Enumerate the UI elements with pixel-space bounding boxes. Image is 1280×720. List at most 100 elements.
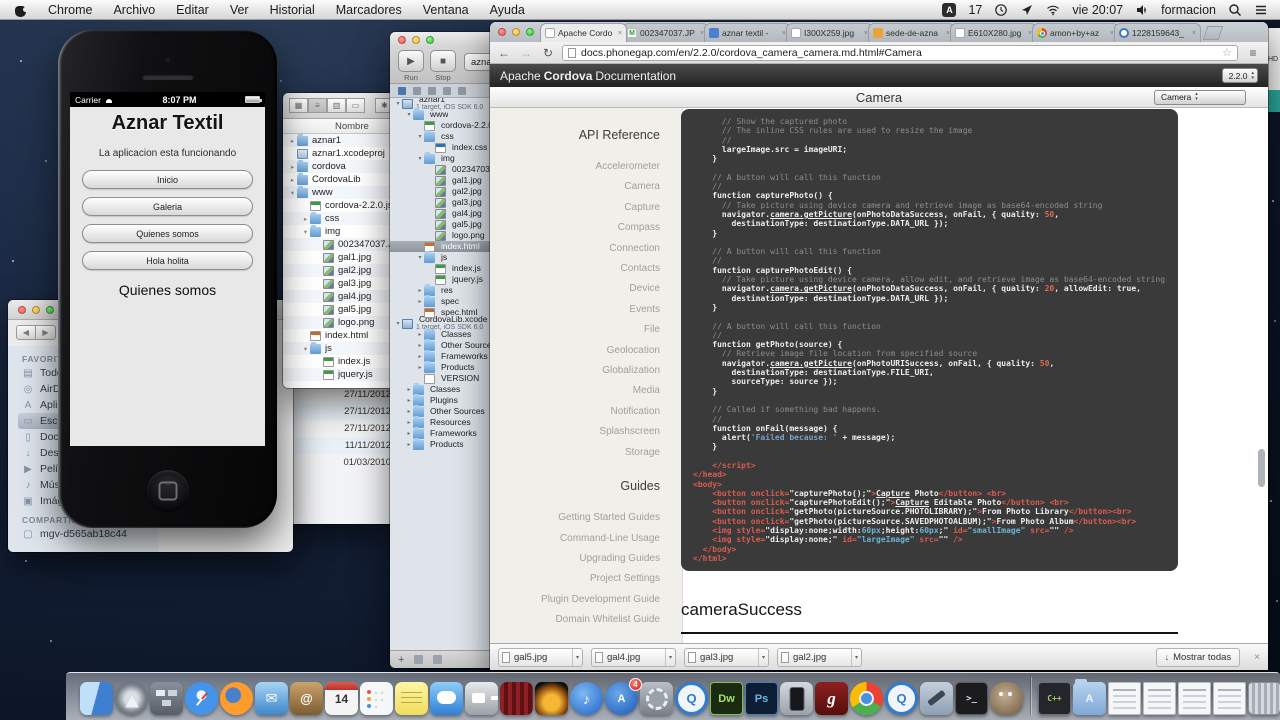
zoom-button[interactable] (426, 36, 434, 44)
disclosure-triangle-icon[interactable]: ▾ (301, 345, 310, 353)
add-button[interactable]: + (398, 654, 404, 666)
download-menu-arrow-icon[interactable]: ▾ (850, 648, 858, 666)
disclosure-triangle-icon[interactable]: ▾ (301, 228, 310, 236)
sidebar-link[interactable]: Contacts (490, 259, 660, 279)
volume-icon[interactable] (1135, 3, 1149, 17)
home-button[interactable] (146, 470, 189, 512)
browser-tab[interactable]: amon+by+az × (1032, 23, 1119, 42)
window-controls[interactable] (18, 306, 54, 314)
ios-simulator-window[interactable]: Carrier 8:07 PM Aznar Textil La aplicaci… (58, 30, 277, 528)
disclosure-triangle-icon[interactable]: ▸ (405, 397, 413, 404)
disclosure-triangle-icon[interactable]: ▸ (416, 342, 424, 349)
dreamweaver-icon[interactable]: Dw (710, 682, 743, 715)
sidebar-link[interactable]: Connection (490, 239, 660, 259)
tab-close-icon[interactable]: × (618, 30, 622, 37)
simulator-screen[interactable]: Carrier 8:07 PM Aznar Textil La aplicaci… (70, 92, 265, 446)
disclosure-triangle-icon[interactable]: ▸ (405, 430, 413, 437)
issue-navigator-icon[interactable] (443, 86, 451, 95)
app-store-icon[interactable]: A 4 (605, 678, 642, 715)
cpp-document-icon[interactable]: C++ (1038, 682, 1071, 715)
disclosure-triangle-icon[interactable]: ▸ (416, 298, 424, 305)
sidebar-link[interactable]: Project Settings (490, 569, 660, 589)
ios-simulator-icon[interactable] (780, 682, 813, 715)
search-navigator-icon[interactable] (428, 86, 436, 95)
xcode-icon[interactable] (920, 682, 953, 715)
sidebar-link[interactable]: Plugin Development Guide (490, 590, 660, 610)
reminders-icon[interactable] (360, 682, 393, 715)
facetime-icon[interactable] (465, 682, 498, 715)
disclosure-triangle-icon[interactable]: ▸ (288, 163, 297, 171)
sidebar-link[interactable]: File (490, 320, 660, 340)
app-button[interactable]: Inicio (82, 170, 253, 189)
g-app-icon[interactable]: g (815, 682, 848, 715)
menu-item[interactable]: Chrome (48, 3, 92, 17)
location-arrow-icon[interactable] (1020, 3, 1034, 17)
sidebar-link[interactable]: Capture (490, 198, 660, 218)
browser-tab[interactable]: aznar textil - × (704, 23, 791, 42)
browser-tab[interactable]: E610X280.jpg × (950, 23, 1037, 42)
back-button[interactable]: ← (496, 46, 512, 60)
column-view-button[interactable]: ▥ (327, 98, 346, 113)
finder-icon[interactable] (80, 682, 113, 715)
messages-icon[interactable] (430, 682, 463, 715)
disclosure-triangle-icon[interactable]: ▸ (301, 215, 310, 223)
filter-icon[interactable] (414, 655, 424, 664)
mission-control-icon[interactable] (150, 682, 183, 715)
downloads-close-icon[interactable]: × (1254, 652, 1260, 663)
time-machine-icon[interactable] (994, 3, 1008, 17)
launchpad-icon[interactable] (115, 682, 148, 715)
iphoto-icon[interactable] (535, 682, 568, 715)
contacts-icon[interactable]: @ (290, 682, 323, 715)
url-input[interactable] (581, 46, 1218, 59)
disclosure-triangle-icon[interactable]: ▸ (416, 353, 424, 360)
menu-item[interactable]: Ver (230, 3, 249, 17)
minimize-button[interactable] (512, 28, 520, 36)
back-button[interactable]: ◀ (16, 325, 36, 340)
menu-item[interactable]: Archivo (113, 3, 155, 17)
icon-view-button[interactable]: ▦ (289, 98, 308, 113)
sidebar-link[interactable]: Splashscreen (490, 422, 660, 442)
firefox-icon[interactable] (220, 682, 253, 715)
download-menu-arrow-icon[interactable]: ▾ (571, 648, 579, 666)
menu-item[interactable]: Historial (270, 3, 315, 17)
menu-item[interactable]: Ventana (423, 3, 469, 17)
sidebar-item[interactable]: ▢ mgv-d565ab18c44 (18, 526, 156, 542)
disclosure-triangle-icon[interactable]: ▾ (416, 155, 424, 162)
notes-icon[interactable] (395, 682, 428, 715)
disclosure-triangle-icon[interactable]: ▸ (405, 386, 413, 393)
window-controls[interactable] (398, 36, 434, 44)
wifi-icon[interactable] (1046, 3, 1060, 17)
disclosure-triangle-icon[interactable]: ▸ (288, 137, 297, 145)
menu-clock[interactable]: vie 20:07 (1072, 3, 1123, 17)
close-button[interactable] (498, 28, 506, 36)
chrome-window[interactable]: Apache Cordo × M 002347037.JP × aznar te… (490, 22, 1268, 670)
sidebar-link[interactable]: Camera (490, 177, 660, 197)
close-button[interactable] (18, 306, 26, 314)
sidebar-link[interactable]: Storage (490, 443, 660, 463)
minimize-button[interactable] (32, 306, 40, 314)
run-button[interactable]: ▶ (398, 50, 424, 72)
gimp-icon[interactable] (990, 682, 1023, 715)
download-item[interactable]: gal4.jpg ▾ (591, 647, 676, 667)
input-source-icon[interactable]: A (942, 2, 957, 17)
view-switcher[interactable]: ▦ ≡ ▥ ▭ (289, 98, 365, 113)
disclosure-triangle-icon[interactable]: ▾ (416, 254, 424, 261)
minimized-window-icon[interactable] (1143, 682, 1176, 715)
applications-folder-icon[interactable]: A (1073, 679, 1106, 715)
debug-navigator-icon[interactable] (458, 86, 466, 95)
disclosure-triangle-icon[interactable]: ▸ (416, 364, 424, 371)
list-view-button[interactable]: ≡ (308, 98, 327, 113)
app-button[interactable]: Galeria (82, 197, 253, 216)
stop-button[interactable]: ■ (430, 50, 456, 72)
sidebar-link[interactable]: Events (490, 300, 660, 320)
minimized-window-icon[interactable] (1213, 682, 1246, 715)
symbol-navigator-icon[interactable] (413, 86, 421, 95)
finder-dates-window[interactable]: 27/11/2012 27/11/2012 27/11/2012 11/11/2… (283, 386, 397, 524)
sidebar-link[interactable]: Compass (490, 218, 660, 238)
sidebar-link[interactable]: Domain Whitelist Guide (490, 610, 660, 630)
chrome-menu-icon[interactable]: ≡ (1244, 45, 1262, 61)
system-preferences-icon[interactable] (640, 682, 673, 715)
sidebar-link[interactable]: Command-Line Usage (490, 529, 660, 549)
scrollbar-thumb[interactable] (1258, 449, 1265, 487)
forward-button[interactable]: ▶ (36, 325, 56, 340)
